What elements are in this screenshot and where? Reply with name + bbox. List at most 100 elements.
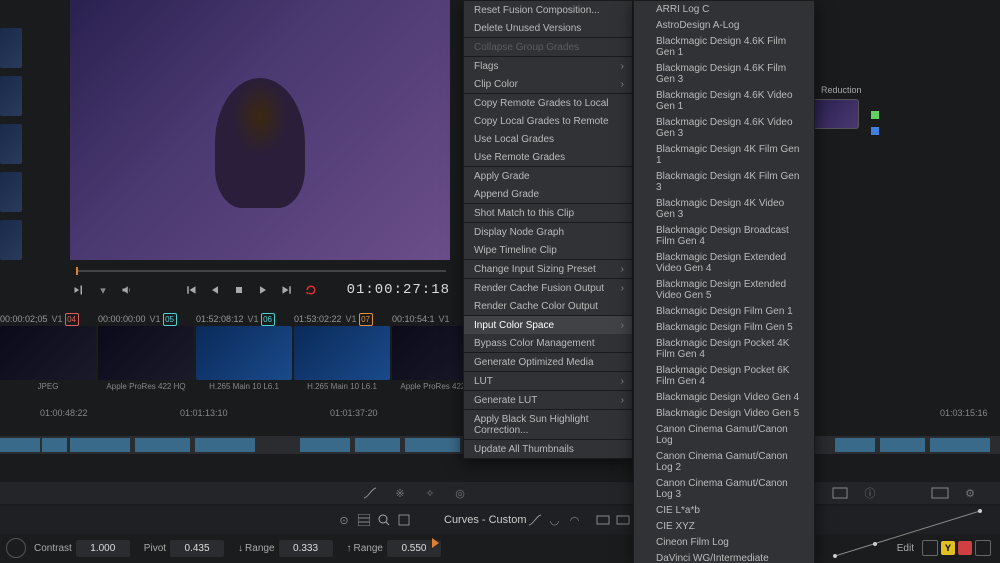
unmute-icon[interactable]: [118, 281, 136, 299]
colorspace-option[interactable]: Blackmagic Design Video Gen 4: [634, 389, 814, 405]
menu-item[interactable]: Update All Thumbnails: [464, 440, 632, 458]
menu-item[interactable]: Shot Match to this Clip: [464, 204, 632, 222]
colorspace-option[interactable]: Blackmagic Design 4.6K Film Gen 3: [634, 60, 814, 87]
hue-icon[interactable]: [356, 513, 372, 527]
stop-button[interactable]: [230, 281, 248, 299]
menu-item[interactable]: Generate LUT: [464, 391, 632, 409]
menu-item[interactable]: Clip Color: [464, 75, 632, 93]
contrast-value[interactable]: 1.000: [76, 540, 130, 557]
colorspace-option[interactable]: Blackmagic Design 4.6K Film Gen 1: [634, 33, 814, 60]
loop-button[interactable]: [302, 281, 320, 299]
curve-playhead-icon[interactable]: [432, 538, 439, 548]
timeline-icon[interactable]: [615, 513, 631, 527]
menu-item[interactable]: Change Input Sizing Preset: [464, 260, 632, 278]
low-range-icon: ↓: [238, 543, 243, 554]
clip-thumbnail[interactable]: [0, 326, 96, 380]
menu-item[interactable]: Render Cache Fusion Output: [464, 279, 632, 297]
colorspace-option[interactable]: Blackmagic Design 4K Video Gen 3: [634, 195, 814, 222]
menu-item[interactable]: Use Remote Grades: [464, 148, 632, 166]
menu-item[interactable]: Generate Optimized Media: [464, 353, 632, 371]
gallery-thumb[interactable]: [0, 124, 22, 164]
clip-thumbnail[interactable]: [294, 326, 390, 380]
info-icon[interactable]: ⓘ: [860, 485, 880, 501]
colorspace-option[interactable]: Blackmagic Design Pocket 4K Film Gen 4: [634, 335, 814, 362]
curves-icon[interactable]: [360, 485, 380, 501]
colorspace-option[interactable]: Blackmagic Design 4K Film Gen 1: [634, 141, 814, 168]
viewer-scrubber[interactable]: [76, 270, 446, 272]
clip-timecode: 00:00:02;05: [0, 314, 48, 324]
menu-item[interactable]: Copy Remote Grades to Local: [464, 94, 632, 112]
curves-graph[interactable]: [830, 506, 985, 561]
colorspace-option[interactable]: Blackmagic Design 4K Film Gen 3: [634, 168, 814, 195]
dropdown-icon[interactable]: ▾: [94, 281, 112, 299]
colorspace-option[interactable]: Blackmagic Design Broadcast Film Gen 4: [634, 222, 814, 249]
hue-vs-icon[interactable]: ◡: [547, 513, 563, 527]
menu-item[interactable]: Input Color Space: [464, 316, 632, 334]
clip-track: V1: [439, 314, 450, 324]
colorspace-option[interactable]: Blackmagic Design 4.6K Video Gen 3: [634, 114, 814, 141]
colorspace-option[interactable]: DaVinci WG/Intermediate: [634, 550, 814, 563]
clip-thumbnail[interactable]: [98, 326, 194, 380]
colorspace-option[interactable]: CIE XYZ: [634, 518, 814, 534]
colorspace-option[interactable]: Canon Cinema Gamut/Canon Log: [634, 421, 814, 448]
playhead-icon[interactable]: [76, 267, 78, 275]
qualifier-icon[interactable]: ※: [390, 485, 410, 501]
menu-item[interactable]: LUT: [464, 372, 632, 390]
gallery-thumb[interactable]: [0, 172, 22, 212]
clip-icon[interactable]: [595, 513, 611, 527]
colorspace-option[interactable]: CIE L*a*b: [634, 502, 814, 518]
clip-timecode: 00:10:54:1: [392, 314, 435, 324]
colorspace-option[interactable]: Canon Cinema Gamut/Canon Log 3: [634, 475, 814, 502]
prev-clip-button[interactable]: [182, 281, 200, 299]
node-output-icon[interactable]: [871, 111, 879, 119]
gallery-thumb[interactable]: [0, 28, 22, 68]
viewer-timecode[interactable]: 01:00:27:18: [347, 282, 450, 298]
menu-item[interactable]: Display Node Graph: [464, 223, 632, 241]
sat-vs-icon[interactable]: ◠: [567, 513, 583, 527]
reset-icon[interactable]: ⊙: [336, 513, 352, 527]
color-node[interactable]: [813, 99, 859, 129]
options-icon[interactable]: ⚙: [960, 485, 980, 501]
colorspace-option[interactable]: Canon Cinema Gamut/Canon Log 2: [634, 448, 814, 475]
zoom-icon[interactable]: [376, 513, 392, 527]
node-output-icon[interactable]: [871, 127, 879, 135]
menu-item[interactable]: Apply Grade: [464, 167, 632, 185]
colorspace-option[interactable]: Blackmagic Design Film Gen 5: [634, 319, 814, 335]
colorspace-option[interactable]: Blackmagic Design Extended Video Gen 4: [634, 249, 814, 276]
viewer[interactable]: [70, 0, 450, 260]
play-button[interactable]: [254, 281, 272, 299]
menu-item[interactable]: Copy Local Grades to Remote: [464, 112, 632, 130]
menu-item[interactable]: Use Local Grades: [464, 130, 632, 148]
scopes-icon[interactable]: [830, 485, 850, 501]
pivot-value[interactable]: 0.435: [170, 540, 224, 557]
bypass-grades-icon[interactable]: [70, 281, 88, 299]
curve-mode-icon[interactable]: [527, 513, 543, 527]
expand-icon[interactable]: [396, 513, 412, 527]
menu-item[interactable]: Render Cache Color Output: [464, 297, 632, 315]
colorspace-option[interactable]: Blackmagic Design Film Gen 1: [634, 303, 814, 319]
menu-item[interactable]: Bypass Color Management: [464, 334, 632, 352]
menu-item[interactable]: Delete Unused Versions: [464, 19, 632, 37]
colorspace-option[interactable]: Blackmagic Design Extended Video Gen 5: [634, 276, 814, 303]
menu-item[interactable]: Wipe Timeline Clip: [464, 241, 632, 259]
colorspace-option[interactable]: Blackmagic Design 4.6K Video Gen 1: [634, 87, 814, 114]
gallery-thumb[interactable]: [0, 220, 22, 260]
window-icon[interactable]: ✧: [420, 485, 440, 501]
colorspace-option[interactable]: Cineon Film Log: [634, 534, 814, 550]
wheel-knob[interactable]: [6, 538, 26, 558]
waveform-icon[interactable]: [930, 485, 950, 501]
clip-thumbnail[interactable]: [196, 326, 292, 380]
menu-item[interactable]: Flags: [464, 57, 632, 75]
colorspace-option[interactable]: AstroDesign A-Log: [634, 17, 814, 33]
colorspace-option[interactable]: Blackmagic Design Pocket 6K Film Gen 4: [634, 362, 814, 389]
low-range-value[interactable]: 0.333: [279, 540, 333, 557]
menu-item[interactable]: Reset Fusion Composition...: [464, 1, 632, 19]
tracker-icon[interactable]: ◎: [450, 485, 470, 501]
gallery-thumb[interactable]: [0, 76, 22, 116]
colorspace-option[interactable]: ARRI Log C: [634, 1, 814, 17]
colorspace-option[interactable]: Blackmagic Design Video Gen 5: [634, 405, 814, 421]
menu-item[interactable]: Append Grade: [464, 185, 632, 203]
reverse-play-button[interactable]: [206, 281, 224, 299]
menu-item[interactable]: Apply Black Sun Highlight Correction...: [464, 410, 632, 439]
next-clip-button[interactable]: [278, 281, 296, 299]
